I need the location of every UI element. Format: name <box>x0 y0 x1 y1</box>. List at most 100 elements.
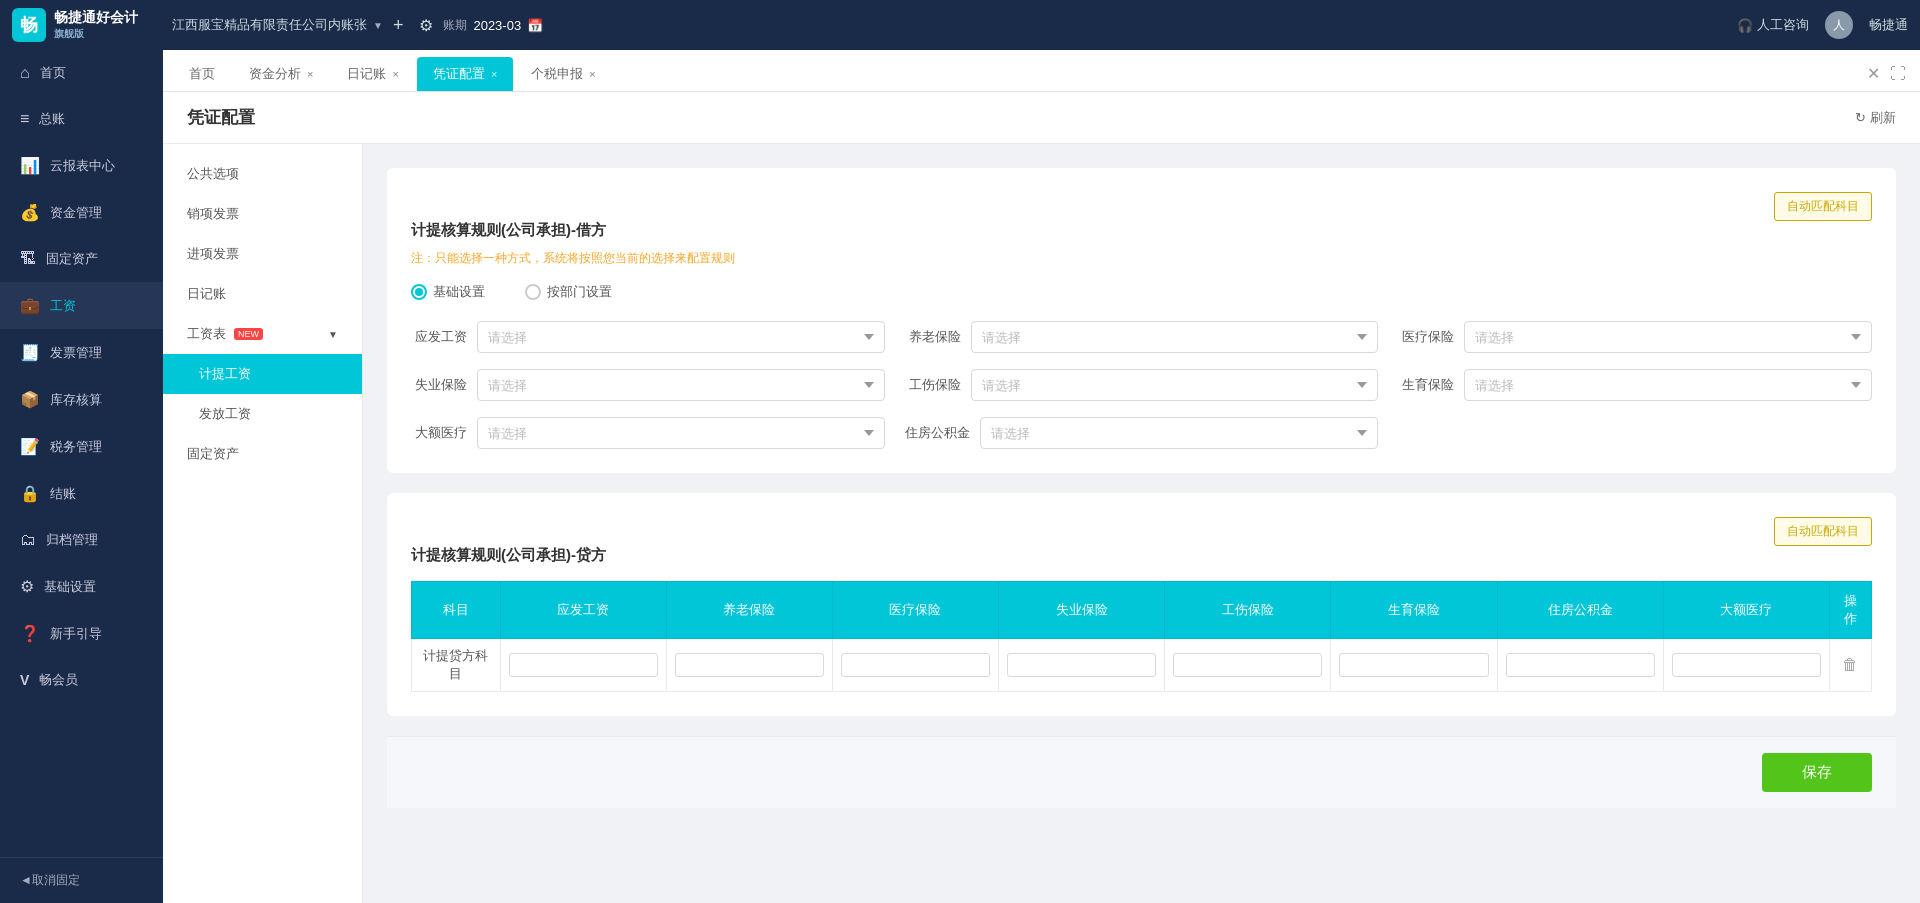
tax-icon: 📝 <box>20 437 40 456</box>
sidebar-item-label: 归档管理 <box>46 531 98 549</box>
cell-ylbx2 <box>832 639 998 692</box>
ylbx-select[interactable]: 请选择 <box>971 321 1379 353</box>
cell-dayl <box>1663 639 1829 692</box>
sidebar-item-home[interactable]: ⌂ 首页 <box>0 50 163 96</box>
delete-row-button[interactable]: 🗑 <box>1842 656 1858 674</box>
cell-ylbx-input[interactable] <box>675 653 824 677</box>
sybx2-select[interactable]: 请选择 <box>1464 369 1872 401</box>
sidebar-item-capital[interactable]: 💰 资金管理 <box>0 189 163 236</box>
gsbx-select[interactable]: 请选择 <box>971 369 1379 401</box>
form-area: 自动匹配科目 计提核算规则(公司承担)-借方 注：只能选择一种方式，系统将按照您… <box>363 144 1920 903</box>
calendar-icon[interactable]: 📅 <box>527 18 543 33</box>
sidebar-item-settings[interactable]: ⚙ 基础设置 <box>0 563 163 610</box>
tab-journal[interactable]: 日记账 × <box>331 57 414 91</box>
tab-journal-close[interactable]: × <box>392 68 398 80</box>
radio-group: 基础设置 按部门设置 <box>411 283 1872 301</box>
sidebar-item-label: 资金管理 <box>50 204 102 222</box>
cell-gsbx-input[interactable] <box>1173 653 1322 677</box>
cell-gsbx <box>1165 639 1331 692</box>
left-nav-purchase-invoice[interactable]: 进项发票 <box>163 234 362 274</box>
tab-bar: 首页 资金分析 × 日记账 × 凭证配置 × 个税申报 × ✕ ⛶ <box>163 50 1920 92</box>
sidebar-item-fixed-assets[interactable]: 🏗 固定资产 <box>0 236 163 282</box>
main-layout: ⌂ 首页 ≡ 总账 📊 云报表中心 💰 资金管理 🏗 固定资产 💼 工资 🧾 发… <box>0 50 1920 903</box>
dayl-label: 大额医疗 <box>411 424 467 442</box>
cell-gjj-input[interactable] <box>1506 653 1655 677</box>
period-value: 2023-03 <box>473 18 521 33</box>
sidebar-item-member[interactable]: V 畅会员 <box>0 657 163 703</box>
auto-match-debit-button[interactable]: 自动匹配科目 <box>1774 192 1872 221</box>
cell-ylbx2-input[interactable] <box>841 653 990 677</box>
sidebar-item-label: 库存核算 <box>50 391 102 409</box>
field-dayl: 大额医疗 请选择 <box>411 417 885 449</box>
home-icon: ⌂ <box>20 64 30 82</box>
left-nav-pay-salary[interactable]: 发放工资 <box>163 394 362 434</box>
page-title: 凭证配置 <box>187 106 255 129</box>
settings-icon[interactable]: ⚙ <box>419 16 433 35</box>
save-button[interactable]: 保存 <box>1762 753 1872 792</box>
ylbx2-select[interactable]: 请选择 <box>1464 321 1872 353</box>
sidebar-item-inventory[interactable]: 📦 库存核算 <box>0 376 163 423</box>
col-gsbx: 工伤保险 <box>1165 582 1331 639</box>
field-gjj: 住房公积金 请选择 <box>905 417 1379 449</box>
tab-tax-close[interactable]: × <box>589 68 595 80</box>
left-nav-accrual[interactable]: 计提工资 <box>163 354 362 394</box>
cancel-fixed-label: ◄取消固定 <box>20 872 80 889</box>
tab-voucher-config[interactable]: 凭证配置 × <box>417 57 513 91</box>
auto-match-credit-button[interactable]: 自动匹配科目 <box>1774 517 1872 546</box>
tab-home[interactable]: 首页 <box>173 57 231 91</box>
tab-voucher-close[interactable]: × <box>491 68 497 80</box>
close-window-icon[interactable]: ✕ <box>1867 64 1880 83</box>
sidebar-item-invoice[interactable]: 🧾 发票管理 <box>0 329 163 376</box>
cell-sybx-input[interactable] <box>1007 653 1156 677</box>
left-nav-journal[interactable]: 日记账 <box>163 274 362 314</box>
add-icon[interactable]: + <box>393 15 404 36</box>
sidebar-item-archive[interactable]: 🗂 归档管理 <box>0 517 163 563</box>
refresh-icon: ↻ <box>1855 110 1866 125</box>
left-nav-fixed-assets[interactable]: 固定资产 <box>163 434 362 474</box>
sidebar-item-reports[interactable]: 📊 云报表中心 <box>0 142 163 189</box>
sidebar-item-ledger[interactable]: ≡ 总账 <box>0 96 163 142</box>
cell-yfgz <box>500 639 666 692</box>
cell-dayl-input[interactable] <box>1672 653 1821 677</box>
yfgz-select[interactable]: 请选择 <box>477 321 885 353</box>
sidebar-item-label: 畅会员 <box>39 671 78 689</box>
company-selector[interactable]: 江西服宝精品有限责任公司内账张 ▼ <box>172 16 383 34</box>
col-sybx2: 生育保险 <box>1331 582 1497 639</box>
left-nav-salary-table[interactable]: 工资表 NEW ▼ <box>163 314 362 354</box>
dayl-select[interactable]: 请选择 <box>477 417 885 449</box>
consult-area[interactable]: 🎧 人工咨询 <box>1737 16 1809 34</box>
gjj-label: 住房公积金 <box>905 424 970 442</box>
sidebar-item-tax[interactable]: 📝 税务管理 <box>0 423 163 470</box>
table-row: 计提贷方科目 🗑 <box>412 639 1872 692</box>
sidebar-item-label: 发票管理 <box>50 344 102 362</box>
cancel-fixed-button[interactable]: ◄取消固定 <box>0 857 163 903</box>
save-bar: 保存 <box>387 736 1896 808</box>
radio-by-dept[interactable]: 按部门设置 <box>525 283 612 301</box>
expand-window-icon[interactable]: ⛶ <box>1890 65 1906 83</box>
refresh-button[interactable]: ↻ 刷新 <box>1855 109 1896 127</box>
left-nav-public[interactable]: 公共选项 <box>163 154 362 194</box>
sybx-select[interactable]: 请选择 <box>477 369 885 401</box>
gjj-select[interactable]: 请选择 <box>980 417 1379 449</box>
cell-yfgz-input[interactable] <box>509 653 658 677</box>
avatar: 人 <box>1825 11 1853 39</box>
cell-action: 🗑 <box>1829 639 1871 692</box>
sidebar-item-salary[interactable]: 💼 工资 <box>0 282 163 329</box>
tab-capital[interactable]: 资金分析 × <box>233 57 329 91</box>
sidebar-item-guide[interactable]: ❓ 新手引导 <box>0 610 163 657</box>
tab-tax[interactable]: 个税申报 × <box>515 57 611 91</box>
row-subject-label: 计提贷方科目 <box>412 639 501 692</box>
left-nav: 公共选项 销项发票 进项发票 日记账 工资表 NEW ▼ <box>163 144 363 903</box>
tab-capital-close[interactable]: × <box>307 68 313 80</box>
cell-sybx2 <box>1331 639 1497 692</box>
sidebar-item-close[interactable]: 🔒 结账 <box>0 470 163 517</box>
tab-home-label: 首页 <box>189 65 215 83</box>
cell-gjj <box>1497 639 1663 692</box>
consult-label: 人工咨询 <box>1757 16 1809 34</box>
radio-basic[interactable]: 基础设置 <box>411 283 485 301</box>
logo-area: 畅 畅捷通好会计 旗舰版 <box>12 8 162 42</box>
left-nav-sales-invoice[interactable]: 销项发票 <box>163 194 362 234</box>
left-nav-public-label: 公共选项 <box>187 165 239 183</box>
tab-capital-label: 资金分析 <box>249 65 301 83</box>
cell-sybx2-input[interactable] <box>1339 653 1488 677</box>
